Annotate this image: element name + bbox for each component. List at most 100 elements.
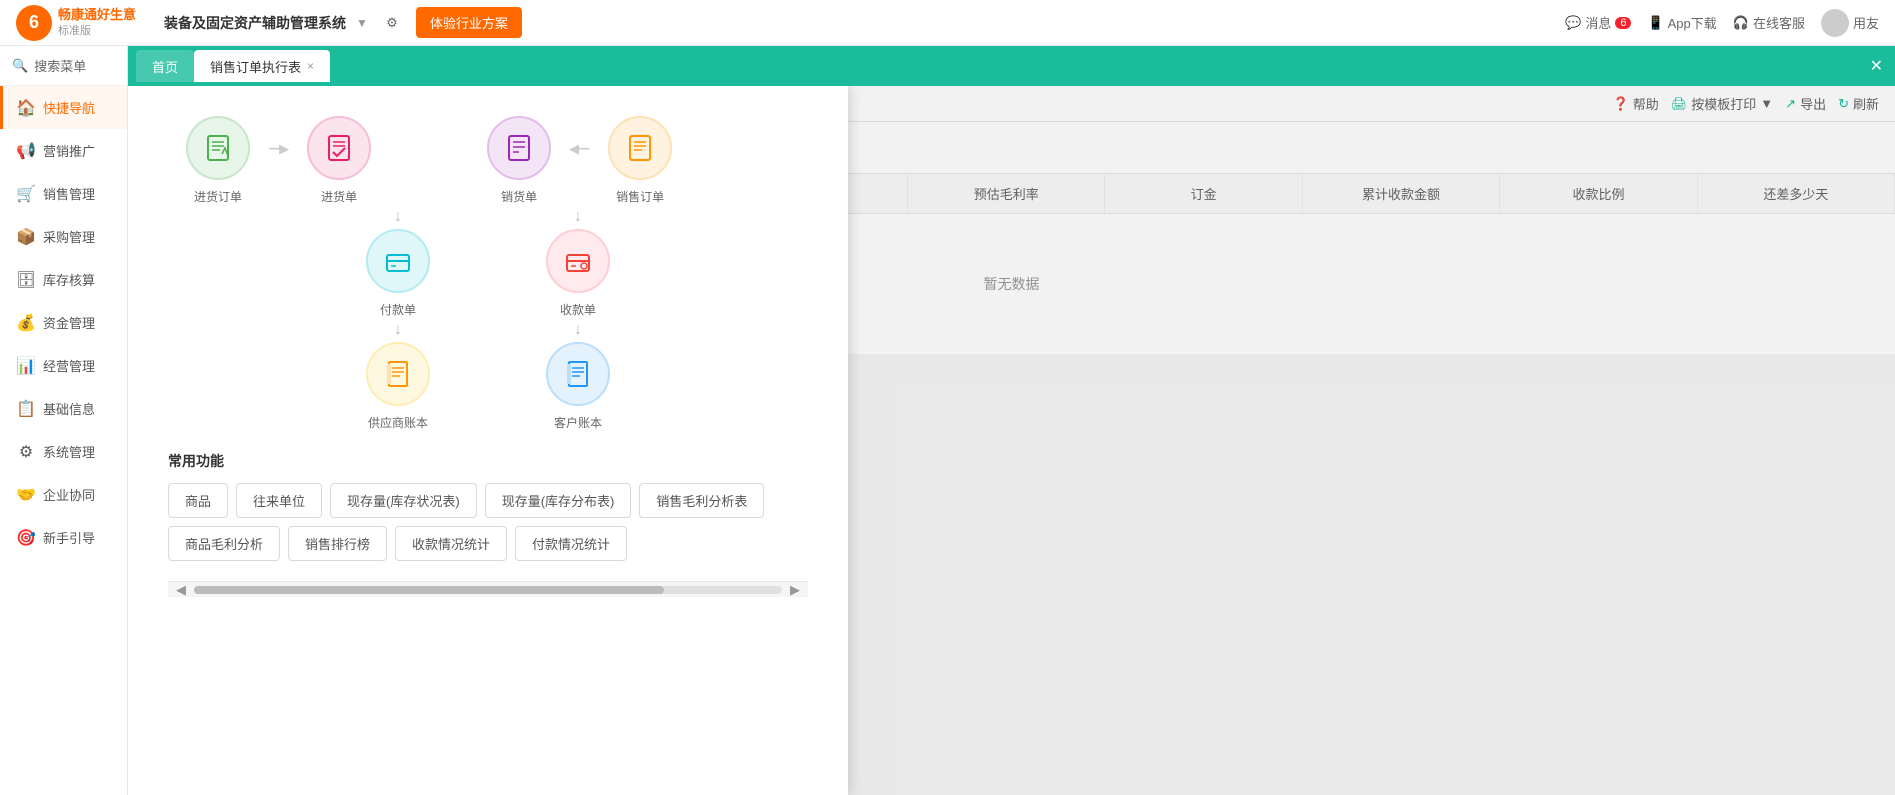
arrow-sales-order-to-bill: - - - ▶ <box>569 137 590 160</box>
sales-bill-icon <box>487 116 551 180</box>
sidebar: 🔍 搜索菜单 🏠 快捷导航 📢 营销推广 🛒 销售管理 📦 <box>0 46 128 795</box>
quick-nav-overlay: 进货订单 - - - ▶ <box>128 86 1895 795</box>
money-icon: 💰 <box>17 314 35 332</box>
down-arrow-purchase: ↓ <box>394 209 402 225</box>
flow-node-sales-bill[interactable]: 销货单 <box>469 116 569 205</box>
clipboard-icon: 📋 <box>17 400 35 418</box>
sidebar-item-marketing[interactable]: 📢 营销推广 <box>0 129 127 172</box>
sidebar-item-enterprise[interactable]: 🤝 企业协同 <box>0 473 127 516</box>
sales-order-icon <box>608 116 672 180</box>
scroll-left-button[interactable]: ◀ <box>172 582 190 598</box>
flow-node-purchase-bill[interactable]: 进货单 <box>289 116 389 205</box>
supplier-ledger-label: 供应商账本 <box>368 414 428 431</box>
scroll-thumb <box>194 586 664 594</box>
func-btn-stock-status[interactable]: 现存量(库存状况表) <box>330 483 477 518</box>
flow-node-customer-ledger[interactable]: 客户账本 <box>528 342 628 431</box>
down-arrow-payment: ↓ <box>394 322 402 338</box>
user-area[interactable]: 用友 <box>1821 9 1879 37</box>
sidebar-item-sales[interactable]: 🛒 销售管理 <box>0 172 127 215</box>
top-header: 6 畅康通好生意 标准版 装备及固定资产辅助管理系统 ▼ ⚙ 体验行业方案 💬 … <box>0 0 1895 46</box>
search-icon: 🔍 <box>12 58 28 74</box>
try-button[interactable]: 体验行业方案 <box>416 7 522 38</box>
func-btn-contacts[interactable]: 往来单位 <box>236 483 322 518</box>
arrow-purchase-to-bill: - - - ▶ <box>268 137 289 160</box>
header-mid: 装备及固定资产辅助管理系统 ▼ ⚙ 体验行业方案 <box>144 7 1565 38</box>
func-btn-sales-rank[interactable]: 销售排行榜 <box>288 526 387 561</box>
flow-node-supplier-ledger[interactable]: 供应商账本 <box>348 342 448 431</box>
handshake-icon: 🤝 <box>17 486 35 504</box>
func-btn-payment-stats[interactable]: 付款情况统计 <box>515 526 627 561</box>
gear-icon: ⚙ <box>17 443 35 461</box>
purchase-bill-col: ↓ 付款单 <box>348 209 448 318</box>
dropdown-arrow-icon[interactable]: ▼ <box>356 16 368 30</box>
sidebar-item-inventory[interactable]: 🗄 库存核算 <box>0 258 127 301</box>
func-btn-receipt-stats[interactable]: 收款情况统计 <box>395 526 507 561</box>
tab-bar-close-button[interactable]: ✕ <box>1866 52 1887 80</box>
cart-icon: 🛒 <box>17 185 35 203</box>
sales-bill-label: 销货单 <box>501 188 537 205</box>
home-icon: 🏠 <box>17 99 35 117</box>
logo-icon: 6 <box>16 5 52 41</box>
sidebar-item-base-info[interactable]: 📋 基础信息 <box>0 387 127 430</box>
sales-bill-col: ↓ 收款单 <box>528 209 628 318</box>
flow-node-purchase-order[interactable]: 进货订单 <box>168 116 268 205</box>
payment-label: 付款单 <box>380 301 416 318</box>
scroll-track[interactable] <box>194 586 782 594</box>
sidebar-item-finance[interactable]: 💰 资金管理 <box>0 301 127 344</box>
func-btn-sales-profit[interactable]: 销售毛利分析表 <box>639 483 764 518</box>
header-right: 💬 消息 6 📱 App下载 🎧 在线客服 用友 <box>1565 9 1879 37</box>
avatar <box>1821 9 1849 37</box>
sidebar-item-purchase[interactable]: 📦 采购管理 <box>0 215 127 258</box>
sidebar-nav: 🏠 快捷导航 📢 营销推广 🛒 销售管理 📦 采购管理 🗄 库存核 <box>0 86 127 559</box>
app-container: 6 畅康通好生意 标准版 装备及固定资产辅助管理系统 ▼ ⚙ 体验行业方案 💬 … <box>0 0 1895 795</box>
customer-ledger-label: 客户账本 <box>554 414 602 431</box>
mobile-icon: 📱 <box>1647 15 1663 31</box>
tab-bar: 首页 销售订单执行表 × ✕ <box>128 46 1895 86</box>
gear-button[interactable]: ⚙ <box>378 9 406 37</box>
tab-home[interactable]: 首页 <box>136 50 194 82</box>
purchase-bill-icon <box>307 116 371 180</box>
sidebar-item-operations[interactable]: 📊 经营管理 <box>0 344 127 387</box>
purchase-order-icon <box>186 116 250 180</box>
message-badge: 6 <box>1615 17 1631 29</box>
scroll-right-button[interactable]: ▶ <box>786 582 804 598</box>
megaphone-icon: 📢 <box>17 142 35 160</box>
flow-node-receipt[interactable]: 收款单 <box>528 229 628 318</box>
func-btn-stock-dist[interactable]: 现存量(库存分布表) <box>485 483 632 518</box>
cabinet-icon: 🗄 <box>17 271 35 289</box>
logo-text: 畅康通好生意 标准版 <box>58 7 136 38</box>
sales-order-label: 销售订单 <box>616 188 664 205</box>
down-arrow-receipt: ↓ <box>574 322 582 338</box>
sidebar-item-quick-nav[interactable]: 🏠 快捷导航 <box>0 86 127 129</box>
chart-icon: 📊 <box>17 357 35 375</box>
customer-ledger-icon <box>546 342 610 406</box>
message-button[interactable]: 💬 消息 6 <box>1565 13 1631 32</box>
logo-area: 6 畅康通好生意 标准版 <box>16 5 144 41</box>
target-icon: 🎯 <box>17 529 35 547</box>
message-icon: 💬 <box>1565 15 1581 31</box>
online-service-button[interactable]: 🎧 在线客服 <box>1733 13 1805 32</box>
main-layout: 🔍 搜索菜单 🏠 快捷导航 📢 营销推广 🛒 销售管理 📦 <box>0 46 1895 795</box>
content-area: 首页 销售订单执行表 × ✕ ❓ 帮助 🖨 <box>128 46 1895 795</box>
receipt-icon <box>546 229 610 293</box>
receipt-col: ↓ 客户账本 <box>528 322 628 431</box>
box-icon: 📦 <box>17 228 35 246</box>
purchase-bill-label: 进货单 <box>321 188 357 205</box>
down-arrow-sales: ↓ <box>574 209 582 225</box>
common-funcs-title: 常用功能 <box>168 451 808 471</box>
page-content: ❓ 帮助 🖨 按模板打印 ▼ ↗ 导出 ↻ 刷新 <box>128 86 1895 795</box>
sidebar-item-sys-mgmt[interactable]: ⚙ 系统管理 <box>0 430 127 473</box>
func-btn-goods[interactable]: 商品 <box>168 483 228 518</box>
supplier-ledger-icon <box>366 342 430 406</box>
tab-sales-order-exec[interactable]: 销售订单执行表 × <box>194 50 330 82</box>
quick-nav-panel: 进货订单 - - - ▶ <box>128 86 848 795</box>
headset-icon: 🎧 <box>1733 15 1749 31</box>
app-download-button[interactable]: 📱 App下载 <box>1647 13 1716 32</box>
flow-node-sales-order[interactable]: 销售订单 <box>590 116 690 205</box>
func-btn-goods-profit[interactable]: 商品毛利分析 <box>168 526 280 561</box>
sidebar-item-new-guide[interactable]: 🎯 新手引导 <box>0 516 127 559</box>
flow-node-payment[interactable]: 付款单 <box>348 229 448 318</box>
tab-close-icon[interactable]: × <box>307 59 314 73</box>
payment-col: ↓ 供应商账本 <box>348 322 448 431</box>
search-menu-button[interactable]: 🔍 搜索菜单 <box>0 46 127 86</box>
